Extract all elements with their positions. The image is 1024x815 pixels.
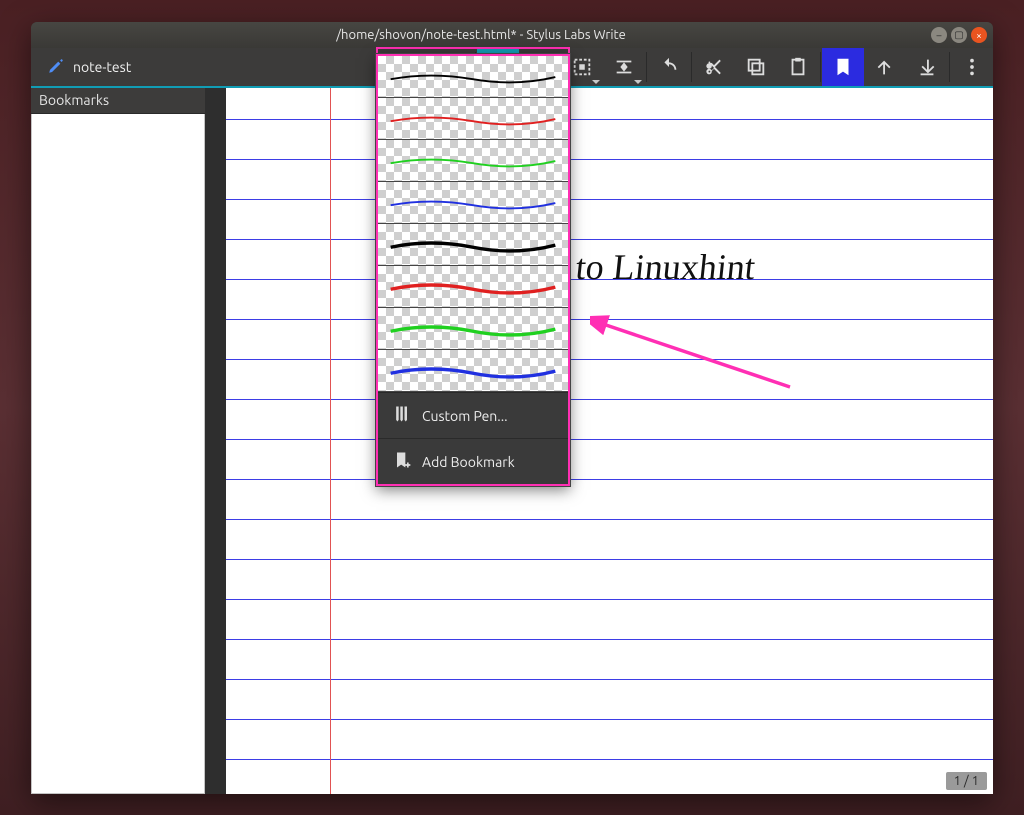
- window-titlebar: /home/shovon/note-test.html* - Stylus La…: [31, 22, 993, 48]
- margin-line: [330, 88, 331, 794]
- add-bookmark-label: Add Bookmark: [422, 454, 515, 470]
- canvas-area[interactable]: to Linuxhint 1 / 1: [219, 88, 993, 794]
- handwriting-text: to Linuxhint: [574, 246, 757, 288]
- paste-button[interactable]: [777, 48, 819, 86]
- ruled-lines: [226, 88, 993, 794]
- pens-icon: [392, 404, 412, 427]
- pen-swatch-red-thin[interactable]: [378, 98, 568, 140]
- pencil-icon: [47, 57, 65, 78]
- copy-button[interactable]: [735, 48, 777, 86]
- prev-page-button[interactable]: [864, 48, 906, 86]
- window-minimize-button[interactable]: –: [931, 27, 947, 43]
- cut-button[interactable]: [693, 48, 735, 86]
- sidebar-header: Bookmarks: [31, 88, 205, 114]
- pen-dropdown: Custom Pen... Add Bookmark: [376, 54, 570, 486]
- window-controls: – ▢ ×: [931, 27, 987, 43]
- bookmark-add-icon: [392, 450, 412, 473]
- pen-swatch-black-thick[interactable]: [378, 224, 568, 266]
- pen-swatch-green-thick[interactable]: [378, 308, 568, 350]
- bookmark-button[interactable]: [822, 48, 864, 86]
- custom-pen-item[interactable]: Custom Pen...: [378, 392, 568, 438]
- pen-swatch-green-thin[interactable]: [378, 140, 568, 182]
- window-close-button[interactable]: ×: [971, 27, 987, 43]
- insert-space-tool-button[interactable]: [603, 48, 645, 86]
- pen-swatch-blue-thick[interactable]: [378, 350, 568, 392]
- document-tab-label: note-test: [73, 59, 131, 75]
- pen-swatch-red-thick[interactable]: [378, 266, 568, 308]
- window-maximize-button[interactable]: ▢: [951, 27, 967, 43]
- undo-button[interactable]: [648, 48, 690, 86]
- pen-swatch-blue-thin[interactable]: [378, 182, 568, 224]
- gutter: [207, 88, 219, 794]
- add-bookmark-item[interactable]: Add Bookmark: [378, 438, 568, 484]
- pen-swatch-black-thin[interactable]: [378, 56, 568, 98]
- bookmarks-sidebar: Bookmarks: [31, 88, 207, 794]
- window-title: /home/shovon/note-test.html* - Stylus La…: [31, 28, 931, 42]
- page-indicator: 1 / 1: [946, 772, 987, 790]
- next-page-button[interactable]: [906, 48, 948, 86]
- document-tab[interactable]: note-test: [31, 48, 147, 86]
- custom-pen-label: Custom Pen...: [422, 408, 508, 424]
- page[interactable]: to Linuxhint 1 / 1: [226, 88, 993, 794]
- overflow-menu-button[interactable]: [951, 48, 993, 86]
